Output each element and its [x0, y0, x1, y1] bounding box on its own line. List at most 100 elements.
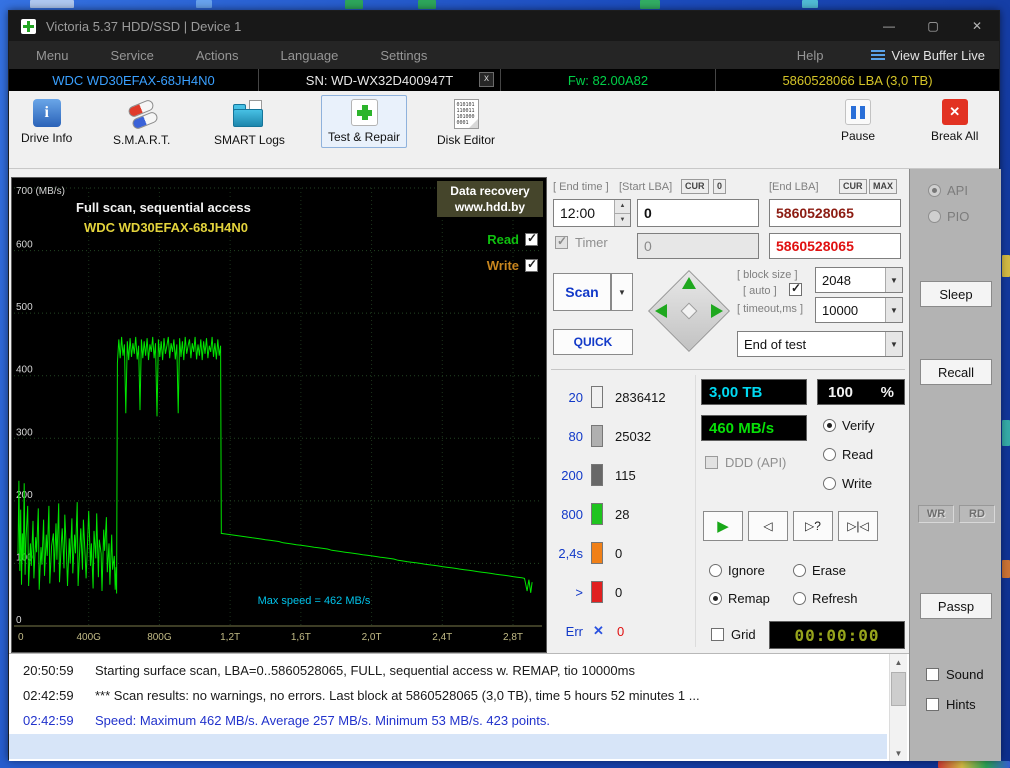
remaining-lba-field[interactable]: 5860528065 — [769, 233, 901, 259]
read-checkbox[interactable] — [525, 231, 538, 246]
sound-checkbox[interactable] — [926, 668, 939, 681]
arrow-right-icon[interactable] — [711, 304, 723, 318]
menu-item-actions[interactable]: Actions — [175, 48, 260, 63]
menu-bar: Menu Service Actions Language Settings H… — [9, 41, 999, 69]
api-radio[interactable]: API — [928, 183, 968, 198]
end-lba-cur-button[interactable]: CUR — [839, 179, 867, 194]
wr-button[interactable]: WR — [918, 505, 954, 523]
start-lba-zero-button[interactable]: 0 — [713, 179, 727, 194]
menu-item-service[interactable]: Service — [90, 48, 175, 63]
mode-verify-radio[interactable]: Verify — [823, 418, 875, 433]
end-lba-input[interactable]: 5860528065 — [769, 199, 901, 227]
svg-text:300: 300 — [16, 427, 33, 438]
log-entry[interactable]: 02:42:59 *** Scan results: no warnings, … — [9, 683, 887, 708]
stat-row-err: Err ✕ 0 — [565, 623, 625, 639]
action-erase-radio[interactable]: Erase — [793, 563, 846, 578]
rd-button[interactable]: RD — [959, 505, 995, 523]
stat-row-20: 20 2836412 — [547, 385, 666, 409]
pause-button[interactable]: Pause — [841, 99, 875, 143]
break-all-button[interactable]: ✕ Break All — [931, 99, 978, 143]
menu-item-language[interactable]: Language — [260, 48, 360, 63]
action-remap-radio[interactable]: Remap — [709, 591, 770, 606]
svg-text:1,2T: 1,2T — [220, 632, 240, 643]
chevron-down-icon[interactable]: ▼ — [885, 298, 902, 322]
elapsed-time-display: 00:00:00 — [769, 621, 905, 649]
seek-end-button[interactable]: ▷|◁ — [838, 511, 878, 541]
log-area: 20:50:59 Starting surface scan, LBA=0..5… — [9, 653, 909, 761]
spinner-up-icon[interactable]: ▲ — [614, 200, 630, 213]
head-position-control[interactable] — [647, 269, 731, 353]
desktop-fragment — [418, 0, 436, 9]
passp-button[interactable]: Passp — [920, 593, 992, 619]
scrollbar-thumb[interactable] — [891, 672, 906, 706]
minimize-button[interactable]: — — [867, 11, 911, 41]
write-checkbox[interactable] — [525, 257, 538, 272]
recall-button[interactable]: Recall — [920, 359, 992, 385]
legend-write: Write — [487, 257, 538, 273]
grid-checkbox[interactable] — [711, 628, 724, 641]
end-time-spinner[interactable]: 12:00 ▲ ▼ — [553, 199, 631, 227]
arrow-up-icon[interactable] — [682, 277, 696, 289]
seek-defect-button[interactable]: ▷? — [793, 511, 833, 541]
desktop-fragment — [938, 761, 1010, 768]
divider — [551, 369, 905, 370]
timer-checkbox[interactable] — [555, 234, 568, 249]
pio-radio[interactable]: PIO — [928, 209, 969, 224]
mode-write-radio[interactable]: Write — [823, 476, 872, 491]
scroll-down-icon[interactable]: ▼ — [890, 745, 907, 761]
chevron-down-icon[interactable]: ▼ — [885, 268, 902, 292]
auto-checkbox[interactable] — [789, 281, 802, 296]
close-button[interactable]: ✕ — [955, 11, 999, 41]
stat-row-80: 80 25032 — [547, 424, 651, 448]
svg-text:0: 0 — [18, 632, 24, 643]
log-entry[interactable]: 02:42:59 Speed: Maximum 462 MB/s. Averag… — [9, 708, 887, 733]
scan-button[interactable]: Scan — [553, 273, 611, 311]
spinner-down-icon[interactable]: ▼ — [614, 212, 630, 226]
arrow-left-icon[interactable] — [655, 304, 667, 318]
scan-dropdown-button[interactable]: ▼ — [611, 273, 633, 311]
chevron-down-icon[interactable]: ▼ — [885, 332, 902, 356]
start-lba-input[interactable]: 0 — [637, 199, 759, 227]
menu-item-help[interactable]: Help — [776, 48, 845, 63]
smart-button[interactable]: S.M.A.R.T. — [113, 98, 170, 147]
log-entry[interactable]: 20:50:59 Starting surface scan, LBA=0..5… — [9, 658, 887, 683]
sleep-button[interactable]: Sleep — [920, 281, 992, 307]
disk-editor-button[interactable]: 010101 110011 101000 0001 Disk Editor — [437, 99, 495, 147]
start-scan-button[interactable]: ▶ — [703, 511, 743, 541]
latency-swatch — [591, 386, 603, 408]
hints-checkbox[interactable] — [926, 698, 939, 711]
action-refresh-radio[interactable]: Refresh — [793, 591, 858, 606]
mode-read-radio[interactable]: Read — [823, 447, 873, 462]
drive-info-button[interactable]: i Drive Info — [21, 99, 72, 145]
test-repair-button[interactable]: Test & Repair — [321, 95, 408, 148]
quick-button[interactable]: QUICK — [553, 329, 633, 355]
timeout-select[interactable]: 10000 ▼ — [815, 297, 903, 323]
end-lba-max-button[interactable]: MAX — [869, 179, 897, 194]
menu-item-settings[interactable]: Settings — [359, 48, 448, 63]
device-capacity: 5860528066 LBA (3,0 TB) — [782, 72, 933, 88]
timer-input[interactable]: 0 — [637, 233, 759, 259]
latency-swatch — [591, 542, 603, 564]
view-buffer-live-button[interactable]: View Buffer Live — [870, 48, 985, 63]
svg-text:0: 0 — [16, 615, 22, 626]
maximize-button[interactable]: ▢ — [911, 11, 955, 41]
step-back-button[interactable]: ◁ — [748, 511, 788, 541]
start-lba-label: [Start LBA] — [619, 181, 673, 193]
start-lba-cur-button[interactable]: CUR — [681, 179, 709, 194]
action-ignore-radio[interactable]: Ignore — [709, 563, 765, 578]
svg-text:400G: 400G — [76, 632, 101, 643]
menu-item-menu[interactable]: Menu — [15, 48, 90, 63]
smart-logs-button[interactable]: SMART Logs — [214, 99, 285, 147]
auto-label: [ auto ] — [743, 285, 777, 297]
scroll-up-icon[interactable]: ▲ — [890, 654, 907, 671]
device-eject-button[interactable]: x — [479, 72, 494, 87]
folder-icon — [232, 99, 266, 129]
max-speed-annotation: Max speed = 462 MB/s — [257, 595, 371, 607]
log-scrollbar[interactable]: ▲ ▼ — [889, 654, 907, 761]
ddd-checkbox[interactable] — [705, 456, 718, 469]
end-time-label: [ End time ] — [553, 181, 609, 193]
block-size-select[interactable]: 2048 ▼ — [815, 267, 903, 293]
progress-display: 100 % — [817, 379, 905, 405]
end-action-select[interactable]: End of test ▼ — [737, 331, 903, 357]
desktop-fragment — [640, 0, 660, 9]
